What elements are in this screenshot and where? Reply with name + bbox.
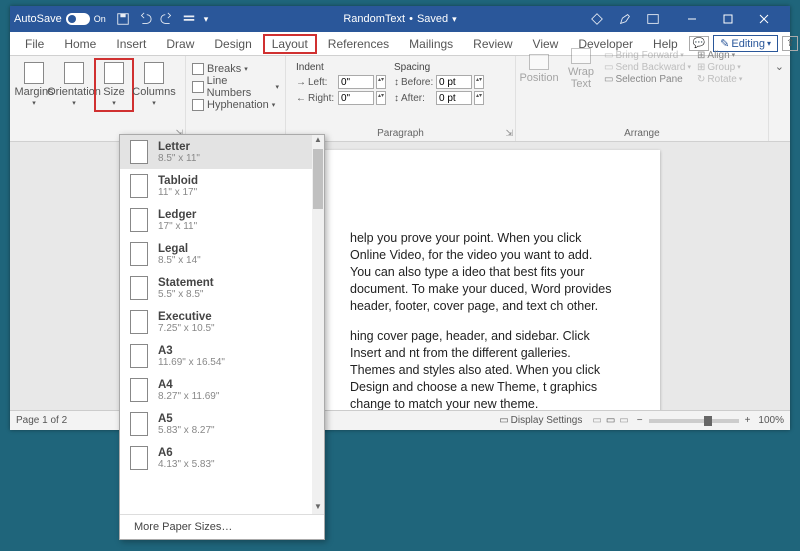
indent-right-spinner[interactable]: ←Right:▴▾ — [296, 91, 386, 105]
window-icon[interactable] — [646, 12, 660, 26]
autosave-toggle[interactable] — [66, 13, 90, 25]
group-button: ⊞Group▾ — [697, 62, 742, 73]
undo-icon[interactable] — [138, 12, 152, 26]
align-button[interactable]: ⊞Align▾ — [697, 50, 742, 61]
tab-home[interactable]: Home — [55, 34, 105, 54]
line-numbers-button[interactable]: Line Numbers ▾ — [190, 78, 281, 96]
size-option-a6[interactable]: A64.13" x 5.83" — [120, 441, 324, 475]
hyphenation-button[interactable]: Hyphenation ▾ — [190, 96, 281, 114]
size-option-a3[interactable]: A311.69" x 16.54" — [120, 339, 324, 373]
doc-chevron-icon[interactable]: ▾ — [452, 14, 457, 25]
tab-mailings[interactable]: Mailings — [400, 34, 462, 54]
tab-layout[interactable]: Layout — [263, 34, 317, 54]
size-option-executive[interactable]: Executive7.25" x 10.5" — [120, 305, 324, 339]
selection-pane-button[interactable]: ▭Selection Pane — [604, 74, 691, 85]
page-icon — [130, 310, 148, 334]
titlebar: AutoSave On ▾ RandomText • Saved ▾ — [10, 6, 790, 32]
tab-review[interactable]: Review — [464, 34, 521, 54]
ribbon: Margins▾ Orientation▾ Size▾ Columns▾ ⇲ B… — [10, 56, 790, 142]
scroll-down-icon[interactable]: ▼ — [312, 502, 324, 514]
tab-file[interactable]: File — [16, 34, 53, 54]
indent-left-spinner[interactable]: →Left:▴▾ — [296, 75, 386, 89]
more-paper-sizes[interactable]: More Paper Sizes… — [120, 514, 324, 539]
size-option-a4[interactable]: A48.27" x 11.69" — [120, 373, 324, 407]
body-paragraph: help you prove your point. When you clic… — [350, 230, 616, 314]
spacing-after-spinner[interactable]: ↕After:▴▾ — [394, 91, 484, 105]
indent-header: Indent — [296, 62, 386, 73]
document-name: RandomText — [343, 13, 405, 25]
qat-dropdown-icon[interactable] — [182, 12, 196, 26]
share-icon[interactable]: ⇪ — [782, 36, 798, 51]
view-web-icon[interactable]: ▭ — [619, 415, 628, 426]
maximize-button[interactable] — [710, 6, 746, 32]
arrange-group-label: Arrange — [516, 128, 768, 139]
zoom-value[interactable]: 100% — [758, 415, 784, 426]
view-print-icon[interactable]: ▭ — [606, 415, 615, 426]
size-option-ledger[interactable]: Ledger17" x 11" — [120, 203, 324, 237]
columns-button[interactable]: Columns▾ — [134, 58, 174, 112]
page-icon — [130, 412, 148, 436]
size-option-tabloid[interactable]: Tabloid11" x 17" — [120, 169, 324, 203]
save-icon[interactable] — [116, 12, 130, 26]
page-icon — [130, 344, 148, 368]
scrollbar[interactable]: ▲ ▼ — [312, 135, 324, 514]
orientation-button[interactable]: Orientation▾ — [54, 58, 94, 112]
body-paragraph: hing cover page, header, and sidebar. Cl… — [350, 328, 616, 410]
chevron-down-icon: ▾ — [767, 39, 771, 48]
page-icon — [130, 208, 148, 232]
tab-insert[interactable]: Insert — [107, 34, 155, 54]
minimize-button[interactable] — [674, 6, 710, 32]
send-backward-button: ▭Send Backward▾ — [604, 62, 691, 73]
position-button: Position — [520, 50, 558, 84]
paragraph-launcher[interactable]: ⇲ — [505, 128, 513, 139]
size-dropdown: Letter8.5" x 11"Tabloid11" x 17"Ledger17… — [119, 134, 325, 540]
view-read-icon[interactable]: ▭ — [592, 415, 601, 426]
display-settings-button[interactable]: ▭Display Settings — [499, 415, 582, 426]
spacing-before-spinner[interactable]: ↕Before:▴▾ — [394, 75, 484, 89]
size-option-letter[interactable]: Letter8.5" x 11" — [120, 135, 324, 169]
tab-design[interactable]: Design — [205, 34, 260, 54]
page-icon — [130, 174, 148, 198]
margins-button[interactable]: Margins▾ — [14, 58, 54, 112]
qat-chevron-icon[interactable]: ▾ — [204, 14, 209, 25]
rotate-button: ↻Rotate▾ — [697, 74, 742, 85]
wrap-text-button: Wrap Text — [564, 44, 598, 90]
page-icon — [130, 276, 148, 300]
close-button[interactable] — [746, 6, 782, 32]
redo-icon[interactable] — [160, 12, 174, 26]
save-state: Saved — [417, 13, 448, 25]
zoom-slider[interactable] — [649, 419, 739, 423]
tab-draw[interactable]: Draw — [157, 34, 203, 54]
size-option-legal[interactable]: Legal8.5" x 14" — [120, 237, 324, 271]
size-option-statement[interactable]: Statement5.5" x 8.5" — [120, 271, 324, 305]
diamond-icon[interactable] — [590, 12, 604, 26]
zoom-in-button[interactable]: + — [745, 415, 751, 426]
page-icon — [130, 242, 148, 266]
page-icon — [130, 378, 148, 402]
scroll-thumb[interactable] — [313, 149, 323, 209]
collapse-ribbon-button[interactable]: ⌄ — [769, 56, 790, 141]
spacing-header: Spacing — [394, 62, 484, 73]
pencil-icon: ✎ — [720, 37, 729, 50]
page-indicator[interactable]: Page 1 of 2 — [16, 415, 67, 426]
page-icon — [130, 140, 148, 164]
size-button[interactable]: Size▾ — [94, 58, 134, 112]
pen-icon[interactable] — [618, 12, 632, 26]
page-icon — [130, 446, 148, 470]
autosave-state: On — [94, 14, 106, 24]
scroll-up-icon[interactable]: ▲ — [312, 135, 324, 147]
bring-forward-button: ▭Bring Forward▾ — [604, 50, 691, 61]
size-list: Letter8.5" x 11"Tabloid11" x 17"Ledger17… — [120, 135, 324, 514]
tab-references[interactable]: References — [319, 34, 398, 54]
size-option-a5[interactable]: A55.83" x 8.27" — [120, 407, 324, 441]
zoom-out-button[interactable]: − — [637, 415, 643, 426]
autosave-label: AutoSave — [14, 13, 62, 25]
